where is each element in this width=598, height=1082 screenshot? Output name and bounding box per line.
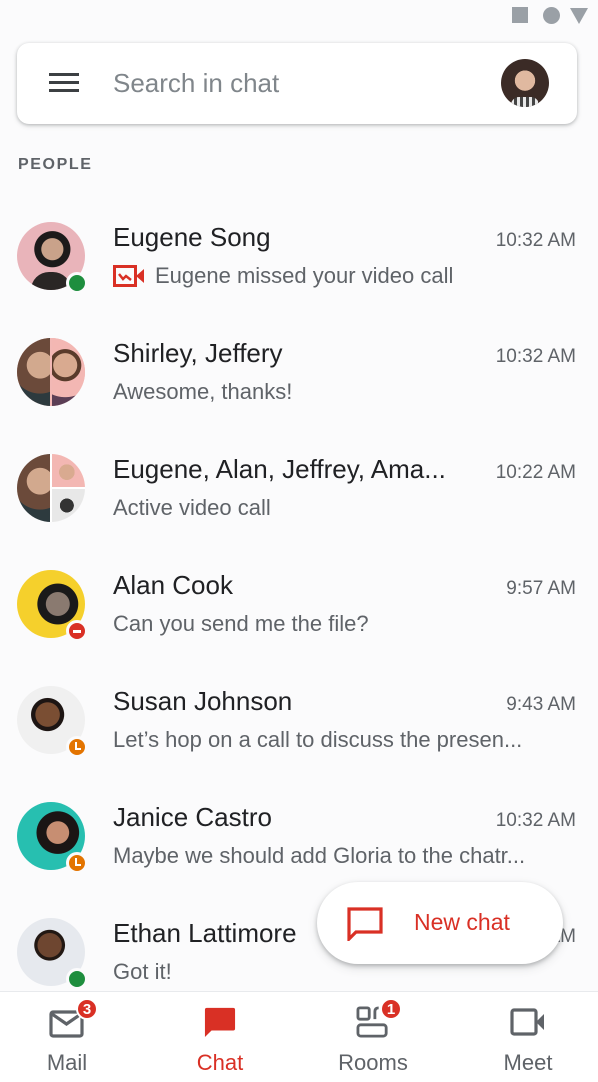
nav-label: Chat: [196, 1050, 244, 1075]
presence-away-icon: [66, 852, 88, 874]
search-input[interactable]: [113, 63, 473, 103]
triangle-icon: [570, 8, 588, 24]
presence-away-icon: [66, 736, 88, 758]
account-avatar[interactable]: [501, 59, 549, 107]
presence-do-not-disturb-icon: [66, 620, 88, 642]
chat-name: Janice Castro: [113, 802, 272, 832]
chat-snippet: Active video call: [113, 495, 271, 520]
chat-time: 10:32 AM: [495, 230, 576, 251]
chat-item[interactable]: Alan Cook 9:57 AM Can you send me the fi…: [0, 548, 598, 664]
chat-time: 10:32 AM: [495, 810, 576, 831]
circle-icon: [543, 7, 560, 24]
avatar-member: [17, 454, 50, 522]
chat-snippet: Got it!: [113, 959, 172, 984]
chat-name: Eugene, Alan, Jeffrey, Ama...: [113, 454, 446, 484]
chat-name: Susan Johnson: [113, 686, 293, 716]
nav-item-mail[interactable]: 3 Mail: [0, 992, 142, 1082]
group-avatar: [17, 454, 85, 522]
chat-item[interactable]: Eugene Song 10:32 AM Eugene missed your …: [0, 200, 598, 316]
chat-name: Ethan Lattimore: [113, 918, 297, 948]
chat-time: 9:43 AM: [506, 694, 576, 715]
avatar-member: [52, 338, 85, 406]
chat-item[interactable]: Eugene, Alan, Jeffrey, Ama... 10:22 AM A…: [0, 432, 598, 548]
chat-snippet: Can you send me the file?: [113, 611, 369, 636]
status-bar: [0, 0, 598, 32]
chat-time: 9:57 AM: [506, 578, 576, 599]
chat-icon: [204, 1007, 236, 1038]
avatar-member: [52, 489, 85, 522]
square-icon: [512, 7, 528, 23]
nav-label: Rooms: [338, 1050, 408, 1075]
bottom-nav: 3 Mail Chat 1 Rooms Meet: [0, 991, 598, 1082]
nav-item-chat[interactable]: Chat: [145, 992, 295, 1082]
group-avatar: [17, 338, 85, 406]
section-label-people: PEOPLE: [18, 156, 93, 173]
nav-label: Meet: [503, 1050, 553, 1075]
nav-item-meet[interactable]: Meet: [453, 992, 598, 1082]
chat-time: 10:32 AM: [495, 346, 576, 367]
chat-snippet: Maybe we should add Gloria to the chatr.…: [113, 843, 526, 868]
new-chat-button[interactable]: New chat: [317, 882, 563, 964]
chat-name: Alan Cook: [113, 570, 233, 600]
mail-unread-badge: 3: [76, 998, 98, 1020]
meet-video-icon: [510, 1008, 544, 1036]
chat-snippet: Let’s hop on a call to discuss the prese…: [113, 727, 523, 752]
hamburger-menu-icon[interactable]: [49, 71, 81, 95]
new-chat-label: New chat: [414, 909, 510, 935]
chat-name: Shirley, Jeffery: [113, 338, 283, 368]
chat-item[interactable]: Janice Castro 10:32 AM Maybe we should a…: [0, 780, 598, 896]
rooms-unread-badge: 1: [380, 998, 402, 1020]
avatar-member: [17, 338, 50, 406]
chat-time: 10:22 AM: [495, 462, 576, 483]
chat-name: Eugene Song: [113, 222, 271, 252]
missed-video-call-icon: [113, 265, 144, 287]
nav-item-rooms[interactable]: 1 Rooms: [298, 992, 448, 1082]
new-chat-icon: [347, 907, 383, 941]
presence-online-icon: [66, 968, 88, 990]
search-bar: [17, 43, 577, 124]
avatar-member: [52, 454, 85, 487]
chat-snippet: Eugene missed your video call: [113, 263, 453, 289]
nav-label: Mail: [46, 1050, 88, 1075]
chat-snippet: Awesome, thanks!: [113, 379, 293, 404]
presence-online-icon: [66, 272, 88, 294]
chat-item[interactable]: Shirley, Jeffery 10:32 AM Awesome, thank…: [0, 316, 598, 432]
chat-item[interactable]: Susan Johnson 9:43 AM Let’s hop on a cal…: [0, 664, 598, 780]
chat-snippet-text: Eugene missed your video call: [155, 263, 454, 288]
